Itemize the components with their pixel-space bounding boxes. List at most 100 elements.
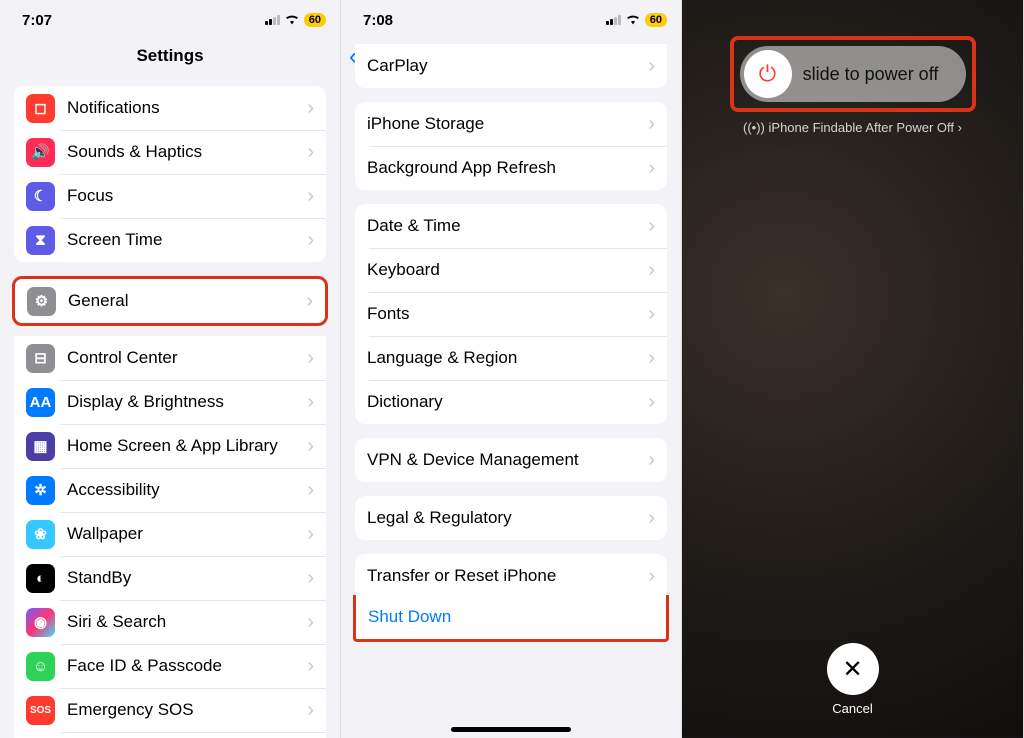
general-screen: 7:08 60 ‹ Settings General CarPlay › iPh… (341, 0, 682, 738)
cancel-label: Cancel (827, 701, 879, 716)
row-label: Wallpaper (67, 524, 307, 544)
chevron-right-icon: › (648, 113, 655, 136)
list-item[interactable]: ⊟Control Center› (14, 336, 326, 380)
home-indicator[interactable] (451, 727, 571, 732)
row-label: CarPlay (367, 56, 648, 76)
findable-link[interactable]: ((•)) iPhone Findable After Power Off › (682, 120, 1023, 135)
face-icon: ☺︎ (26, 652, 55, 681)
list-item[interactable]: iPhone Storage› (355, 102, 667, 146)
list-item[interactable]: VPN & Device Management› (355, 438, 667, 482)
list-item[interactable]: ⚙︎General› (15, 279, 325, 323)
standby-icon: ◐ (26, 564, 55, 593)
list-item[interactable]: 🔊Sounds & Haptics› (14, 130, 326, 174)
highlight-shutdown: Shut Down (353, 595, 669, 642)
list-item[interactable]: ❀Wallpaper› (14, 512, 326, 556)
power-off-screen: ⏻ slide to power off ((•)) iPhone Findab… (682, 0, 1024, 738)
row-label: Dictionary (367, 392, 648, 412)
row-label: Focus (67, 186, 307, 206)
sos-icon: SOS (26, 696, 55, 725)
status-right: 60 (265, 12, 326, 29)
status-time: 7:08 (363, 12, 393, 29)
page-title: Settings (0, 36, 340, 78)
list-item[interactable]: ◻︎Notifications› (14, 86, 326, 130)
list-item[interactable]: ⧗Screen Time› (14, 218, 326, 262)
cancel-area: ✕ Cancel (827, 643, 879, 716)
list-item[interactable]: Background App Refresh› (355, 146, 667, 190)
row-label: Control Center (67, 348, 307, 368)
chevron-right-icon: › (307, 611, 314, 634)
power-icon[interactable]: ⏻ (744, 50, 792, 98)
general-list[interactable]: CarPlay › iPhone Storage›Background App … (341, 78, 681, 738)
list-item[interactable]: Fonts› (355, 292, 667, 336)
row-label: Background App Refresh (367, 158, 648, 178)
highlight-slider: ⏻ slide to power off (730, 36, 976, 112)
list-item[interactable]: ◐StandBy› (14, 556, 326, 600)
screentime-icon: ⧗ (26, 226, 55, 255)
highlight-general: ⚙︎General› (12, 276, 328, 326)
row-label: Shut Down (368, 607, 654, 627)
list-item[interactable]: SOS Emergency SOS› (14, 688, 326, 732)
wifi-icon (625, 12, 641, 29)
chevron-right-icon: › (648, 507, 655, 530)
chevron-right-icon: › (648, 347, 655, 370)
chevron-right-icon: › (648, 303, 655, 326)
chevron-right-icon: › (307, 699, 314, 722)
wall-icon: ❀ (26, 520, 55, 549)
chevron-right-icon: › (958, 120, 962, 135)
list-item[interactable]: ☾Focus› (14, 174, 326, 218)
chevron-right-icon: › (648, 157, 655, 180)
chevron-right-icon: › (307, 567, 314, 590)
chevron-right-icon: › (648, 215, 655, 238)
chevron-right-icon: › (307, 435, 314, 458)
list-item[interactable]: Dictionary› (355, 380, 667, 424)
list-item[interactable]: ◉ Siri & Search› (14, 600, 326, 644)
cellular-icon (606, 15, 621, 25)
siri-icon: ◉ (26, 608, 55, 637)
row-label: Accessibility (67, 480, 307, 500)
chevron-right-icon: › (307, 347, 314, 370)
battery-icon: 60 (645, 13, 667, 27)
general-icon: ⚙︎ (27, 287, 56, 316)
close-icon: ✕ (842, 655, 862, 684)
list-item-carplay[interactable]: CarPlay › (355, 44, 667, 88)
row-label: Transfer or Reset iPhone (367, 566, 648, 586)
sound-icon: 🔊 (26, 138, 55, 167)
list-item[interactable]: ✲Accessibility› (14, 468, 326, 512)
list-item[interactable]: Date & Time› (355, 204, 667, 248)
chevron-right-icon: › (307, 141, 314, 164)
power-off-slider[interactable]: ⏻ slide to power off (740, 46, 966, 102)
list-item[interactable]: ▦Home Screen & App Library› (14, 424, 326, 468)
settings-group: iPhone Storage›Background App Refresh› (355, 102, 667, 190)
row-label: Fonts (367, 304, 648, 324)
list-item[interactable]: Legal & Regulatory› (355, 496, 667, 540)
cellular-icon (265, 15, 280, 25)
cancel-button[interactable]: ✕ (827, 643, 879, 695)
list-item[interactable]: Shut Down (356, 595, 666, 639)
row-label: Emergency SOS (67, 700, 307, 720)
chevron-right-icon: › (307, 479, 314, 502)
row-label: Face ID & Passcode (67, 656, 307, 676)
list-item[interactable]: ✺Exposure Notifications› (14, 732, 326, 738)
chevron-right-icon: › (648, 565, 655, 588)
settings-list[interactable]: ◻︎Notifications›🔊Sounds & Haptics› ☾ Focus… (0, 78, 340, 738)
row-label: iPhone Storage (367, 114, 648, 134)
chevron-right-icon: › (307, 97, 314, 120)
row-label: Screen Time (67, 230, 307, 250)
list-item[interactable]: Language & Region› (355, 336, 667, 380)
list-item[interactable]: ☺︎Face ID & Passcode› (14, 644, 326, 688)
chevron-right-icon: › (307, 391, 314, 414)
status-time: 7:07 (22, 12, 52, 29)
notif-icon: ◻︎ (26, 94, 55, 123)
wifi-icon (284, 12, 300, 29)
list-item[interactable]: Keyboard› (355, 248, 667, 292)
focus-icon: ☾ (26, 182, 55, 211)
list-item[interactable]: AADisplay & Brightness› (14, 380, 326, 424)
list-item[interactable]: Transfer or Reset iPhone› (355, 554, 667, 598)
row-label: Siri & Search (67, 612, 307, 632)
home-icon: ▦ (26, 432, 55, 461)
settings-screen: 7:07 60 Settings ◻︎Notifications›🔊Sounds… (0, 0, 341, 738)
chevron-right-icon: › (648, 259, 655, 282)
row-label: VPN & Device Management (367, 450, 648, 470)
location-icon: ((•)) (743, 120, 765, 135)
chevron-right-icon: › (648, 55, 655, 78)
